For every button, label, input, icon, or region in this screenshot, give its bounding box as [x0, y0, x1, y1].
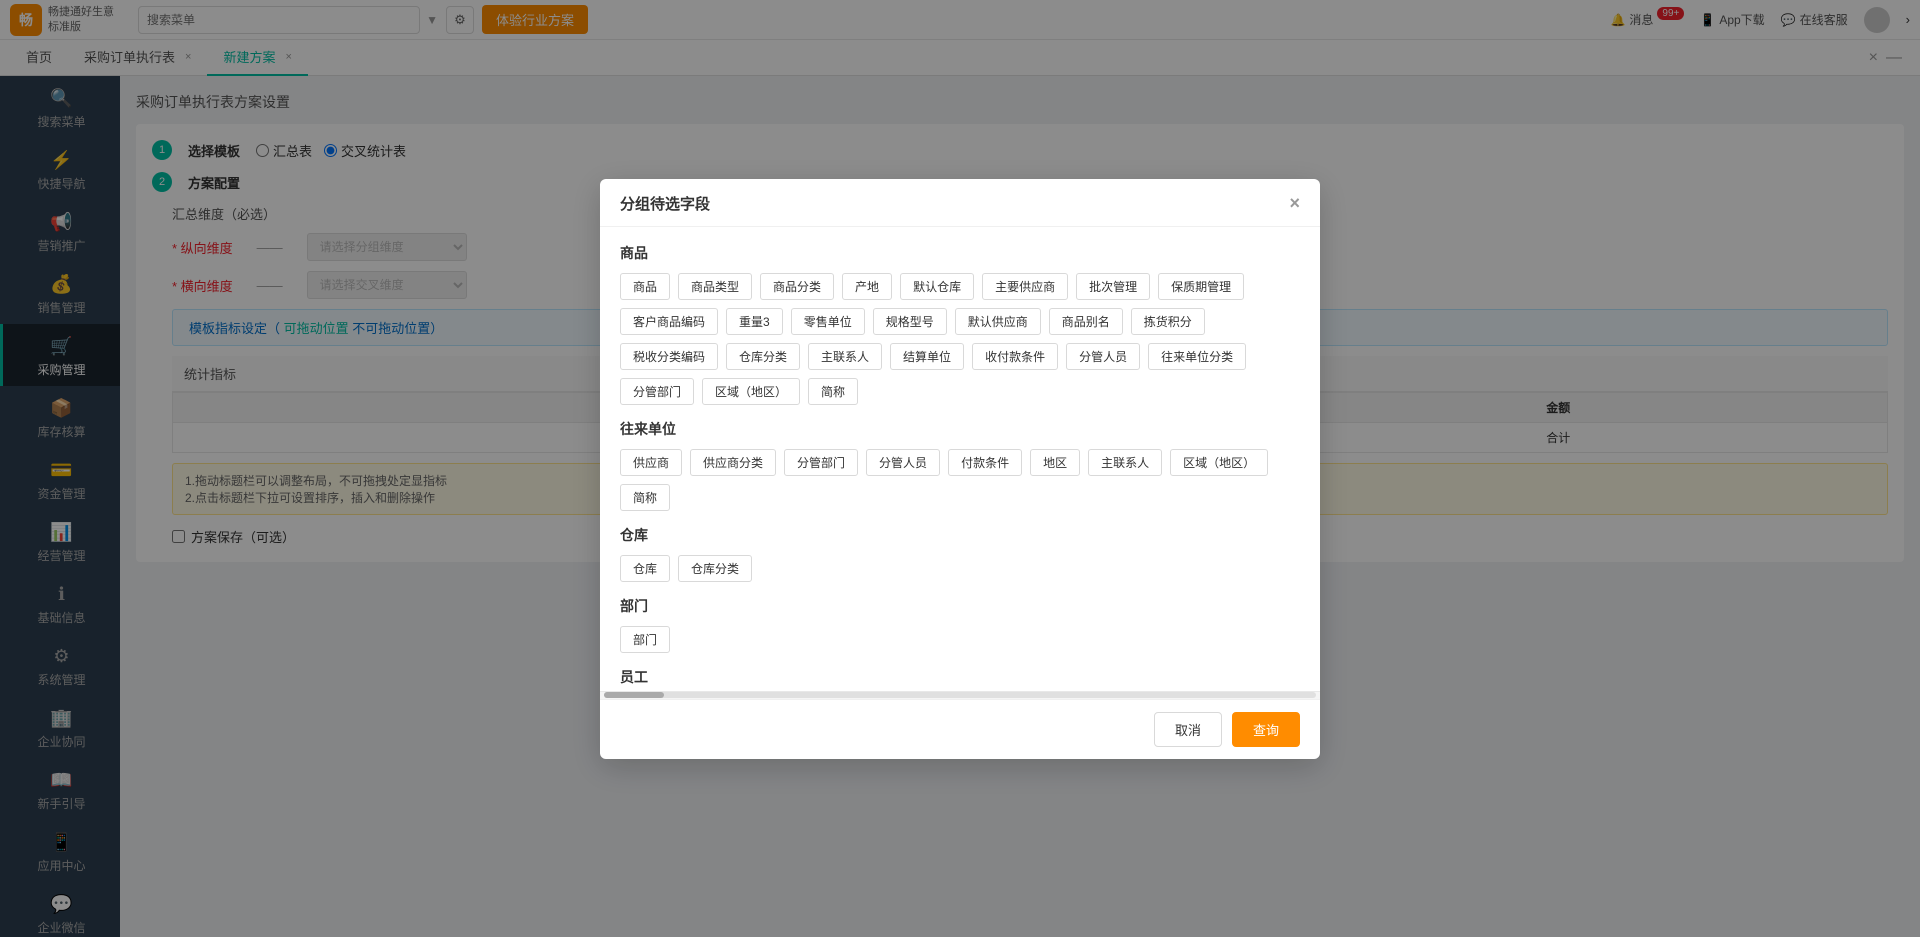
modal-confirm-button[interactable]: 查询: [1232, 712, 1300, 747]
field-tag-weight3[interactable]: 重量3: [726, 308, 783, 335]
modal-header: 分组待选字段 ×: [600, 179, 1320, 227]
field-tag-short-name-goods[interactable]: 简称: [808, 378, 858, 405]
field-tag-main-contact[interactable]: 主联系人: [808, 343, 882, 370]
field-tags-department: 部门: [620, 626, 1300, 653]
field-tag-payment-partner[interactable]: 付款条件: [948, 449, 1022, 476]
modal-body[interactable]: 商品 商品 商品类型 商品分类 产地 默认仓库 主要供应商 批次管理 保质期管理…: [600, 227, 1320, 691]
field-tag-dept-goods[interactable]: 分管部门: [620, 378, 694, 405]
field-tag-dept-partner[interactable]: 分管部门: [784, 449, 858, 476]
field-tag-goods-category[interactable]: 商品分类: [760, 273, 834, 300]
section-title-goods: 商品: [620, 243, 1300, 263]
section-title-partner: 往来单位: [620, 419, 1300, 439]
field-tags-goods: 商品 商品类型 商品分类 产地 默认仓库 主要供应商 批次管理 保质期管理 客户…: [620, 273, 1300, 405]
field-tag-area-partner[interactable]: 区域（地区）: [1170, 449, 1268, 476]
field-tag-warehouse-category[interactable]: 仓库分类: [726, 343, 800, 370]
field-tag-tax-code[interactable]: 税收分类编码: [620, 343, 718, 370]
field-tag-default-supplier[interactable]: 默认供应商: [955, 308, 1041, 335]
field-tag-settlement-unit[interactable]: 结算单位: [890, 343, 964, 370]
modal-horizontal-scrollbar[interactable]: [600, 691, 1320, 699]
field-tag-origin[interactable]: 产地: [842, 273, 892, 300]
modal-close-button[interactable]: ×: [1289, 194, 1300, 212]
field-tag-partner-category[interactable]: 往来单位分类: [1148, 343, 1246, 370]
field-tag-goods[interactable]: 商品: [620, 273, 670, 300]
modal-title: 分组待选字段: [620, 193, 710, 214]
field-tag-spec-model[interactable]: 规格型号: [873, 308, 947, 335]
field-tag-short-name-partner[interactable]: 简称: [620, 484, 670, 511]
field-tag-retail-unit[interactable]: 零售单位: [791, 308, 865, 335]
field-tag-default-warehouse[interactable]: 默认仓库: [900, 273, 974, 300]
modal-cancel-button[interactable]: 取消: [1154, 712, 1222, 747]
field-tag-payment-terms[interactable]: 收付款条件: [972, 343, 1058, 370]
field-tag-main-contact-partner[interactable]: 主联系人: [1088, 449, 1162, 476]
field-tag-manager-goods[interactable]: 分管人员: [1066, 343, 1140, 370]
field-tag-department[interactable]: 部门: [620, 626, 670, 653]
section-title-department: 部门: [620, 596, 1300, 616]
field-tags-partner: 供应商 供应商分类 分管部门 分管人员 付款条件 地区 主联系人 区域（地区） …: [620, 449, 1300, 511]
field-tag-goods-alias[interactable]: 商品别名: [1049, 308, 1123, 335]
field-tag-main-supplier[interactable]: 主要供应商: [982, 273, 1068, 300]
modal-footer: 取消 查询: [600, 699, 1320, 759]
hscroll-track: [604, 692, 1316, 698]
field-tags-warehouse: 仓库 仓库分类: [620, 555, 1300, 582]
field-tag-pick-points[interactable]: 拣货积分: [1131, 308, 1205, 335]
field-tag-manager-partner[interactable]: 分管人员: [866, 449, 940, 476]
field-tag-warehouse-cat[interactable]: 仓库分类: [678, 555, 752, 582]
field-tag-warehouse[interactable]: 仓库: [620, 555, 670, 582]
field-tag-goods-type[interactable]: 商品类型: [678, 273, 752, 300]
field-tag-region-goods[interactable]: 区域（地区）: [702, 378, 800, 405]
section-title-warehouse: 仓库: [620, 525, 1300, 545]
section-title-employee: 员工: [620, 667, 1300, 687]
field-tag-shelf-life[interactable]: 保质期管理: [1158, 273, 1244, 300]
field-select-modal: 分组待选字段 × 商品 商品 商品类型 商品分类 产地 默认仓库 主要供应商 批…: [600, 179, 1320, 759]
field-tag-region-partner[interactable]: 地区: [1030, 449, 1080, 476]
field-tag-supplier[interactable]: 供应商: [620, 449, 682, 476]
field-tag-customer-code[interactable]: 客户商品编码: [620, 308, 718, 335]
field-tag-batch-mgmt[interactable]: 批次管理: [1076, 273, 1150, 300]
field-tag-supplier-category[interactable]: 供应商分类: [690, 449, 776, 476]
hscroll-thumb: [604, 692, 664, 698]
